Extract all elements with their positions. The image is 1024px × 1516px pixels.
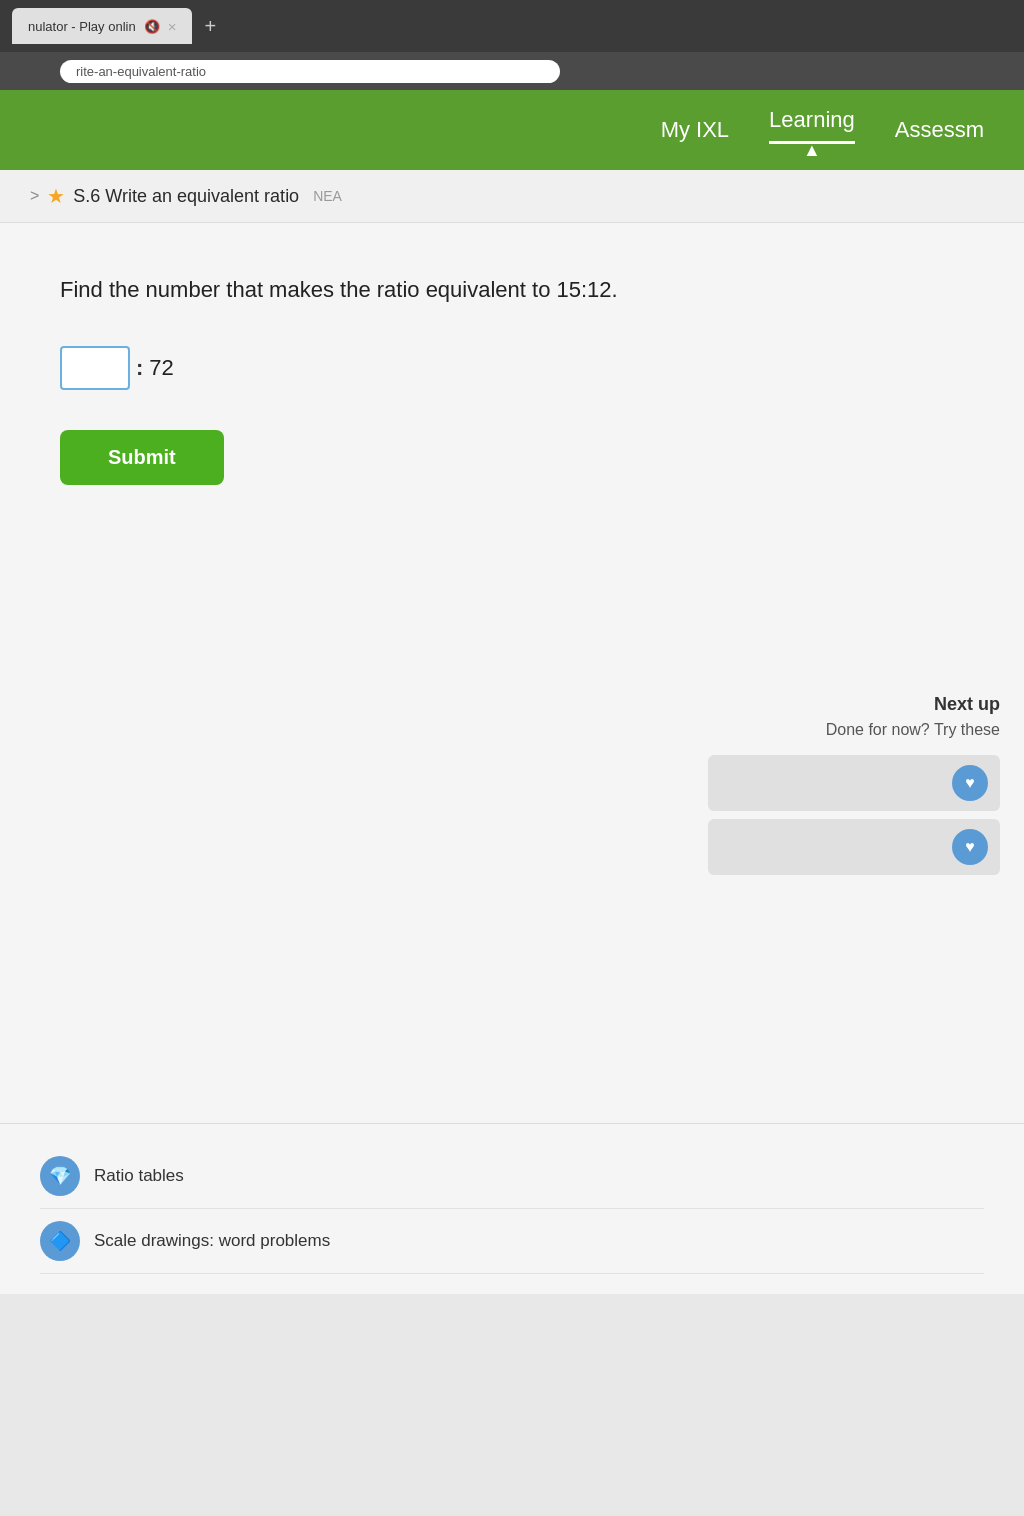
diamond-icon-2: 🔷	[40, 1221, 80, 1261]
active-tab[interactable]: nulator - Play onlin 🔇 ×	[12, 8, 192, 44]
tab-close-icon[interactable]: ×	[168, 18, 177, 35]
ratio-input-row: : 72	[60, 346, 964, 390]
bottom-item-ratio-tables[interactable]: 💎 Ratio tables	[40, 1144, 984, 1209]
browser-chrome: nulator - Play onlin 🔇 × +	[0, 0, 1024, 52]
bottom-item-2-label: Scale drawings: word problems	[94, 1231, 330, 1251]
ratio-value: 72	[149, 355, 173, 381]
main-content: Find the number that makes the ratio equ…	[0, 223, 1024, 1123]
submit-button[interactable]: Submit	[60, 430, 224, 485]
answer-input[interactable]	[60, 346, 130, 390]
nav-item-my-ixl[interactable]: My IXL	[661, 109, 729, 151]
question-text: Find the number that makes the ratio equ…	[60, 273, 964, 306]
nav-item-learning[interactable]: Learning	[769, 99, 855, 144]
breadcrumb-star-icon: ★	[47, 184, 65, 208]
nav-active-indicator: ▲	[803, 140, 821, 161]
bottom-section: 💎 Ratio tables 🔷 Scale drawings: word pr…	[0, 1123, 1024, 1294]
heart-icon-1: ♥	[952, 765, 988, 801]
address-bar[interactable]: rite-an-equivalent-ratio	[60, 60, 560, 83]
ratio-colon: :	[136, 355, 143, 381]
diamond-icon-1: 💎	[40, 1156, 80, 1196]
tab-sound-icon[interactable]: 🔇	[144, 19, 160, 34]
tab-bar: nulator - Play onlin 🔇 × +	[12, 8, 224, 44]
address-bar-row: rite-an-equivalent-ratio	[0, 52, 1024, 90]
next-up-subtitle: Done for now? Try these	[708, 721, 1000, 739]
nav-item-assessment[interactable]: Assessm	[895, 109, 984, 151]
bottom-item-1-label: Ratio tables	[94, 1166, 184, 1186]
next-up-item-2[interactable]: ♥	[708, 819, 1000, 875]
breadcrumb: > ★ S.6 Write an equivalent ratio NEA	[0, 170, 1024, 223]
breadcrumb-label: S.6 Write an equivalent ratio	[73, 186, 299, 207]
nav-header: My IXL Learning ▲ Assessm	[0, 90, 1024, 170]
next-up-title: Next up	[708, 694, 1000, 715]
tab-label: nulator - Play onlin	[28, 19, 136, 34]
breadcrumb-arrow: >	[30, 187, 39, 205]
heart-icon-2: ♥	[952, 829, 988, 865]
bottom-item-scale-drawings[interactable]: 🔷 Scale drawings: word problems	[40, 1209, 984, 1274]
new-tab-button[interactable]: +	[196, 11, 224, 42]
next-up-item-1[interactable]: ♥	[708, 755, 1000, 811]
breadcrumb-badge: NEA	[313, 188, 342, 204]
next-up-panel: Next up Done for now? Try these ♥ ♥	[684, 674, 1024, 903]
